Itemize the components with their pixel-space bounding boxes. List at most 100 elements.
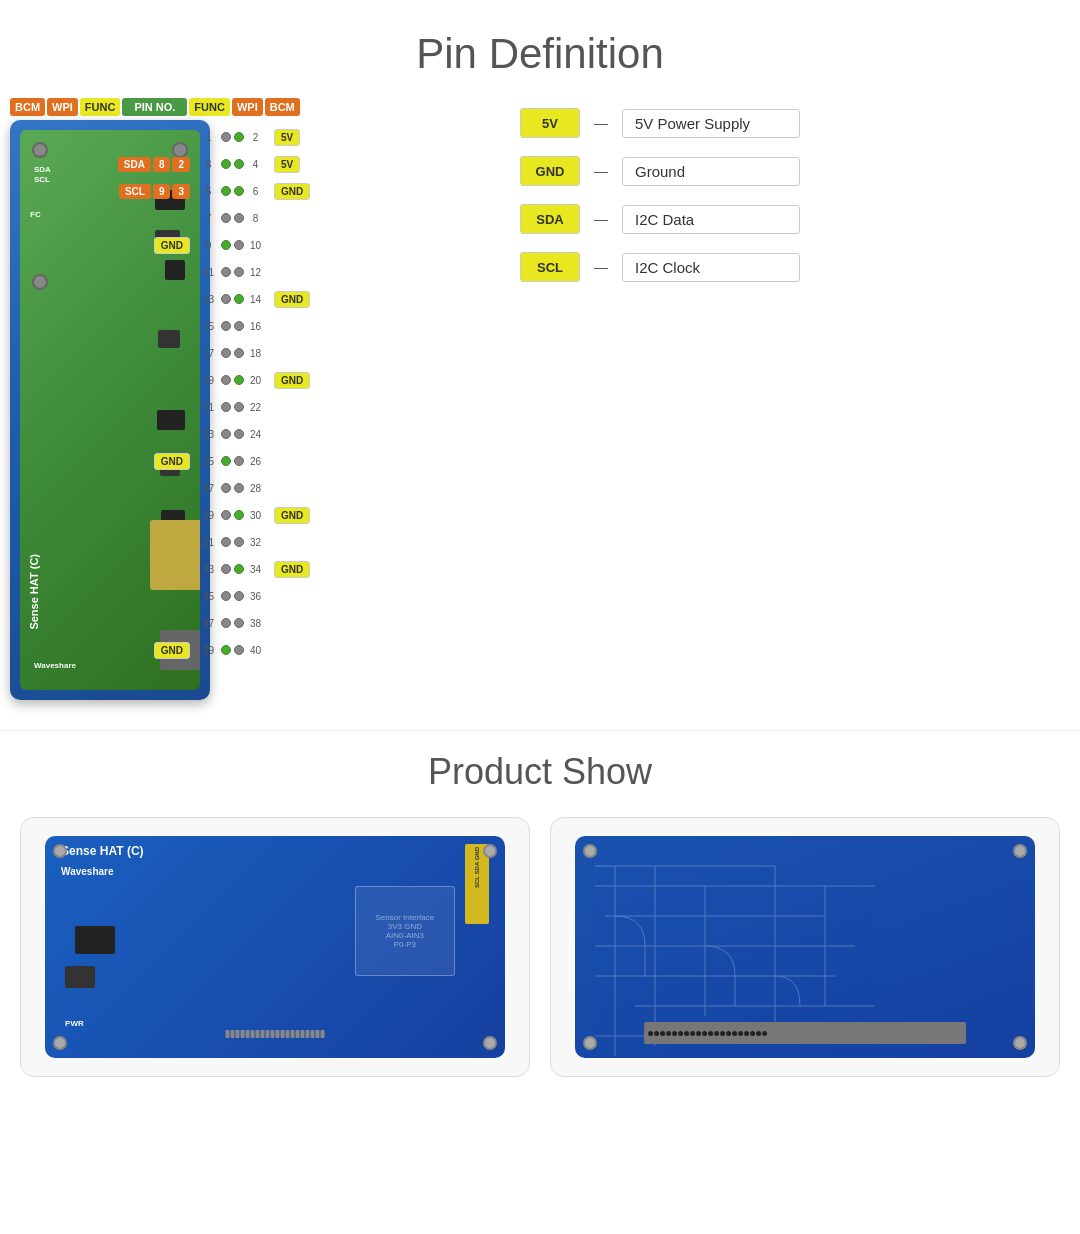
pin-center-17: 35 36 [192, 591, 272, 602]
header-func-right: FUNC [189, 98, 230, 116]
pin-center-14: 29 30 [192, 510, 272, 521]
header-bcm-left: BCM [10, 98, 45, 116]
pin-dot-right-1 [234, 159, 244, 169]
header-wpi-right: WPI [232, 98, 263, 116]
pin-right-6: GND [274, 291, 454, 308]
header-bcm-right: BCM [265, 98, 300, 116]
pin-center-3: 7 8 [192, 213, 272, 224]
legend-tag-5v: 5V [520, 108, 580, 138]
pin-dot-left-6 [221, 294, 231, 304]
legend-desc-scl: I2C Clock [622, 253, 800, 282]
pin-center-10: 21 22 [192, 402, 272, 413]
pin-left-2: SCL93 [10, 184, 190, 199]
pin-wpi-left-2: 9 [153, 184, 171, 199]
header-wpi-left: WPI [47, 98, 78, 116]
pin-dot-left-11 [221, 429, 231, 439]
pin-dot-right-15 [234, 537, 244, 547]
pin-row-9: 19 20 GND [10, 367, 460, 393]
pin-dot-left-19 [221, 645, 231, 655]
pin-row-11: 23 24 [10, 421, 460, 447]
product-show-title: Product Show [20, 741, 1060, 817]
pin-center-0: 1 2 [192, 132, 272, 143]
pin-dot-right-12 [234, 456, 244, 466]
pin-dot-left-10 [221, 402, 231, 412]
pin-center-7: 15 16 [192, 321, 272, 332]
pin-center-1: 3 4 [192, 159, 272, 170]
pin-dot-left-7 [221, 321, 231, 331]
pin-func-right-2: GND [274, 183, 310, 200]
pin-dot-left-3 [221, 213, 231, 223]
pin-dot-left-9 [221, 375, 231, 385]
pin-left-12: GND [10, 453, 190, 470]
pin-row-10: 21 22 [10, 394, 460, 420]
pin-row-2: SCL93 5 6 GND [10, 178, 460, 204]
pin-dot-left-1 [221, 159, 231, 169]
pin-dot-left-16 [221, 564, 231, 574]
pin-dot-right-10 [234, 402, 244, 412]
pin-func-left-1: SDA [118, 157, 151, 172]
pin-dot-right-19 [234, 645, 244, 655]
pin-dot-right-17 [234, 591, 244, 601]
pin-right-1: 5V [274, 156, 454, 173]
pin-center-4: 9 10 [192, 240, 272, 251]
pin-dot-right-0 [234, 132, 244, 142]
pin-bcm-left-2: 3 [172, 184, 190, 199]
pin-center-13: 27 28 [192, 483, 272, 494]
pin-row-16: 33 34 GND [10, 556, 460, 582]
pin-row-18: 37 38 [10, 610, 460, 636]
pin-dot-right-4 [234, 240, 244, 250]
pin-dot-right-6 [234, 294, 244, 304]
page-title: Pin Definition [0, 0, 1080, 98]
pin-func-left-4: GND [154, 237, 190, 254]
pin-row-13: 27 28 [10, 475, 460, 501]
pin-dot-left-14 [221, 510, 231, 520]
pin-dot-left-18 [221, 618, 231, 628]
pin-row-12: GND 25 26 [10, 448, 460, 474]
pin-dot-right-9 [234, 375, 244, 385]
pin-row-6: 13 14 GND [10, 286, 460, 312]
pin-func-right-1: 5V [274, 156, 300, 173]
pin-center-16: 33 34 [192, 564, 272, 575]
pin-center-5: 11 12 [192, 267, 272, 278]
pin-row-15: 31 32 [10, 529, 460, 555]
pin-row-1: SDA82 3 4 5V [10, 151, 460, 177]
pin-dot-left-17 [221, 591, 231, 601]
pin-dot-left-2 [221, 186, 231, 196]
pin-right-0: 5V [274, 129, 454, 146]
pin-dot-right-2 [234, 186, 244, 196]
pin-dot-right-18 [234, 618, 244, 628]
pin-dot-right-5 [234, 267, 244, 277]
pin-row-8: 17 18 [10, 340, 460, 366]
pin-func-right-6: GND [274, 291, 310, 308]
legend-item-gnd: GND — Ground [520, 156, 800, 186]
product-images-row: Sense HAT (C) Waveshare SCL SDA GND Sens… [20, 817, 1060, 1077]
pin-center-8: 17 18 [192, 348, 272, 359]
pin-dot-right-3 [234, 213, 244, 223]
legend-desc-5v: 5V Power Supply [622, 109, 800, 138]
legend-item-5v: 5V — 5V Power Supply [520, 108, 800, 138]
pin-row-19: GND 39 40 [10, 637, 460, 663]
legend-item-scl: SCL — I2C Clock [520, 252, 800, 282]
pin-header-row: BCM WPI FUNC PIN NO. FUNC WPI BCM [10, 98, 460, 116]
legend-tag-gnd: GND [520, 156, 580, 186]
pin-func-right-0: 5V [274, 129, 300, 146]
pin-wpi-left-1: 8 [153, 157, 171, 172]
pin-dot-left-8 [221, 348, 231, 358]
pin-dot-left-15 [221, 537, 231, 547]
pin-dot-left-13 [221, 483, 231, 493]
pin-row-7: 15 16 [10, 313, 460, 339]
pin-func-left-12: GND [154, 453, 190, 470]
pin-dot-right-13 [234, 483, 244, 493]
pin-center-6: 13 14 [192, 294, 272, 305]
pin-row-17: 35 36 [10, 583, 460, 609]
legend-tag-scl: SCL [520, 252, 580, 282]
pin-dot-left-0 [221, 132, 231, 142]
pin-left-4: GND [10, 237, 190, 254]
pin-right-16: GND [274, 561, 454, 578]
pin-func-right-14: GND [274, 507, 310, 524]
pin-row-14: 29 30 GND [10, 502, 460, 528]
pin-row-0: 1 2 5V [10, 124, 460, 150]
legend-desc-gnd: Ground [622, 157, 800, 186]
pin-func-left-2: SCL [119, 184, 151, 199]
header-func-left: FUNC [80, 98, 121, 116]
